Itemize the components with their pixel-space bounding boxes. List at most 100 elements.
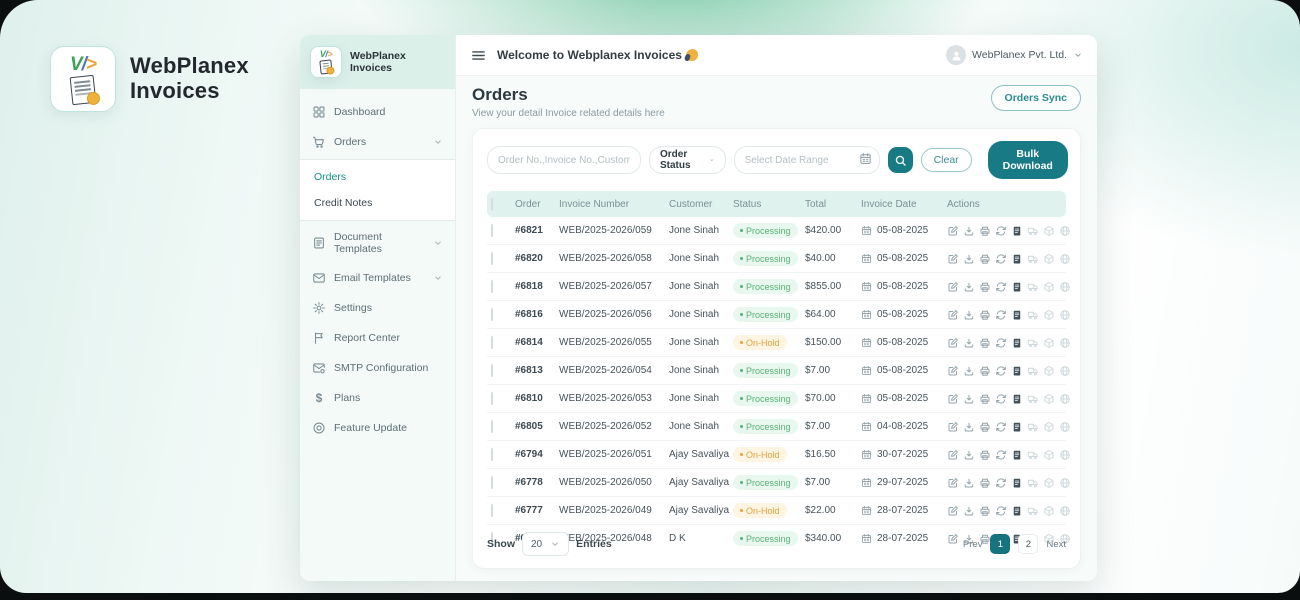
receipt-action-icon[interactable] bbox=[1011, 337, 1023, 349]
download-action-icon[interactable] bbox=[963, 253, 975, 265]
edit-action-icon[interactable] bbox=[947, 505, 959, 517]
sidebar-item-report-center[interactable]: Report Center bbox=[300, 323, 455, 353]
date-range-field[interactable] bbox=[734, 146, 880, 174]
row-checkbox[interactable] bbox=[491, 392, 493, 405]
sidebar-subitem-credit-notes[interactable]: Credit Notes bbox=[300, 190, 455, 216]
row-checkbox[interactable] bbox=[491, 308, 493, 321]
sidebar-item-smtp-configuration[interactable]: SMTP Configuration bbox=[300, 353, 455, 383]
sidebar-item-orders[interactable]: Orders bbox=[300, 127, 455, 157]
refresh-action-icon[interactable] bbox=[995, 393, 1007, 405]
prev-page-button[interactable]: Prev bbox=[963, 539, 983, 550]
page-button-2[interactable]: 2 bbox=[1018, 534, 1038, 554]
edit-action-icon[interactable] bbox=[947, 421, 959, 433]
select-all-checkbox[interactable] bbox=[491, 198, 493, 211]
refresh-action-icon[interactable] bbox=[995, 337, 1007, 349]
edit-action-icon[interactable] bbox=[947, 393, 959, 405]
bulk-download-button[interactable]: Bulk Download bbox=[988, 141, 1068, 179]
sidebar-subitem-orders[interactable]: Orders bbox=[300, 164, 455, 190]
globe-action-icon bbox=[1059, 225, 1071, 237]
search-input[interactable] bbox=[487, 146, 641, 174]
sidebar-item-email-templates[interactable]: Email Templates bbox=[300, 263, 455, 293]
sidebar-item-document-templates[interactable]: Document Templates bbox=[300, 223, 455, 263]
next-page-button[interactable]: Next bbox=[1046, 539, 1066, 550]
status-label: Processing bbox=[746, 478, 791, 488]
edit-action-icon[interactable] bbox=[947, 253, 959, 265]
menu-toggle-icon[interactable] bbox=[470, 47, 487, 64]
row-checkbox[interactable] bbox=[491, 336, 493, 349]
orders-sync-button[interactable]: Orders Sync bbox=[991, 85, 1081, 111]
print-action-icon[interactable] bbox=[979, 253, 991, 265]
download-action-icon[interactable] bbox=[963, 225, 975, 237]
receipt-action-icon[interactable] bbox=[1011, 477, 1023, 489]
sidebar-item-dashboard[interactable]: Dashboard bbox=[300, 97, 455, 127]
download-action-icon[interactable] bbox=[963, 281, 975, 293]
print-action-icon[interactable] bbox=[979, 421, 991, 433]
print-action-icon[interactable] bbox=[979, 365, 991, 377]
order-status-select[interactable]: Order Status bbox=[649, 146, 726, 174]
row-checkbox[interactable] bbox=[491, 364, 493, 377]
receipt-action-icon[interactable] bbox=[1011, 421, 1023, 433]
receipt-action-icon[interactable] bbox=[1011, 505, 1023, 517]
refresh-action-icon[interactable] bbox=[995, 421, 1007, 433]
sidebar-item-feature-update[interactable]: Feature Update bbox=[300, 413, 455, 443]
receipt-action-icon[interactable] bbox=[1011, 253, 1023, 265]
refresh-action-icon[interactable] bbox=[995, 449, 1007, 461]
download-action-icon[interactable] bbox=[963, 337, 975, 349]
print-action-icon[interactable] bbox=[979, 393, 991, 405]
row-checkbox[interactable] bbox=[491, 420, 493, 433]
refresh-action-icon[interactable] bbox=[995, 365, 1007, 377]
print-action-icon[interactable] bbox=[979, 281, 991, 293]
print-action-icon[interactable] bbox=[979, 449, 991, 461]
receipt-action-icon[interactable] bbox=[1011, 281, 1023, 293]
table-row: #6810WEB/2025-2026/053Jone SinahProcessi… bbox=[487, 385, 1066, 413]
row-checkbox[interactable] bbox=[491, 476, 493, 489]
print-action-icon[interactable] bbox=[979, 337, 991, 349]
receipt-action-icon[interactable] bbox=[1011, 309, 1023, 321]
download-action-icon[interactable] bbox=[963, 393, 975, 405]
page-button-1[interactable]: 1 bbox=[990, 534, 1010, 554]
print-action-icon[interactable] bbox=[979, 505, 991, 517]
row-checkbox[interactable] bbox=[491, 280, 493, 293]
download-action-icon[interactable] bbox=[963, 477, 975, 489]
edit-action-icon[interactable] bbox=[947, 365, 959, 377]
table-row: #6818WEB/2025-2026/057Jone SinahProcessi… bbox=[487, 273, 1066, 301]
print-action-icon[interactable] bbox=[979, 225, 991, 237]
row-checkbox[interactable] bbox=[491, 504, 493, 517]
receipt-action-icon[interactable] bbox=[1011, 393, 1023, 405]
chevron-down-icon bbox=[433, 273, 443, 283]
calendar-icon[interactable] bbox=[859, 152, 872, 165]
account-menu[interactable]: WebPlanex Pvt. Ltd. bbox=[946, 45, 1083, 65]
print-action-icon[interactable] bbox=[979, 477, 991, 489]
download-action-icon[interactable] bbox=[963, 309, 975, 321]
print-action-icon[interactable] bbox=[979, 309, 991, 321]
refresh-action-icon[interactable] bbox=[995, 477, 1007, 489]
sidebar-item-plans[interactable]: $Plans bbox=[300, 383, 455, 413]
clear-button[interactable]: Clear bbox=[921, 148, 972, 172]
refresh-action-icon[interactable] bbox=[995, 309, 1007, 321]
refresh-action-icon[interactable] bbox=[995, 281, 1007, 293]
row-checkbox[interactable] bbox=[491, 448, 493, 461]
edit-action-icon[interactable] bbox=[947, 225, 959, 237]
edit-action-icon[interactable] bbox=[947, 337, 959, 349]
per-page-select[interactable]: 20 bbox=[522, 532, 569, 556]
edit-action-icon[interactable] bbox=[947, 449, 959, 461]
search-button[interactable] bbox=[888, 147, 913, 173]
edit-action-icon[interactable] bbox=[947, 477, 959, 489]
download-action-icon[interactable] bbox=[963, 449, 975, 461]
download-action-icon[interactable] bbox=[963, 365, 975, 377]
row-checkbox[interactable] bbox=[491, 252, 493, 265]
download-action-icon[interactable] bbox=[963, 421, 975, 433]
edit-action-icon[interactable] bbox=[947, 281, 959, 293]
download-action-icon[interactable] bbox=[963, 505, 975, 517]
refresh-action-icon[interactable] bbox=[995, 505, 1007, 517]
row-checkbox[interactable] bbox=[491, 224, 493, 237]
row-actions bbox=[947, 253, 1071, 265]
sidebar-item-settings[interactable]: Settings bbox=[300, 293, 455, 323]
refresh-action-icon[interactable] bbox=[995, 253, 1007, 265]
edit-action-icon[interactable] bbox=[947, 309, 959, 321]
sidebar-logo[interactable]: V/> WebPlanex Invoices bbox=[300, 35, 455, 89]
receipt-action-icon[interactable] bbox=[1011, 449, 1023, 461]
receipt-action-icon[interactable] bbox=[1011, 225, 1023, 237]
receipt-action-icon[interactable] bbox=[1011, 365, 1023, 377]
refresh-action-icon[interactable] bbox=[995, 225, 1007, 237]
